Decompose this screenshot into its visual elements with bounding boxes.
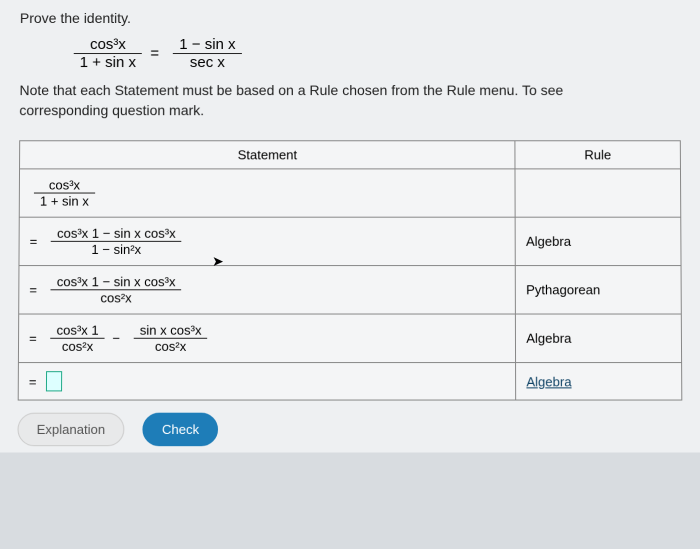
- table-row: cos³x 1 + sin x: [19, 169, 681, 217]
- rule-link[interactable]: Algebra: [526, 374, 571, 389]
- rule-cell[interactable]: Pythagorean: [516, 266, 682, 314]
- proof-table: Statement Rule cos³x 1 + sin x = cos³x 1…: [18, 140, 683, 400]
- table-row: = cos³x 1 cos²x − sin x cos³x cos²x Alge…: [18, 314, 681, 363]
- check-button[interactable]: Check: [143, 413, 219, 446]
- rule-cell[interactable]: Algebra: [515, 217, 681, 265]
- table-row: = Algebra: [18, 363, 682, 400]
- explanation-button[interactable]: Explanation: [17, 413, 124, 446]
- table-row: = cos³x 1 − sin x cos³x cos²x Pythagorea…: [19, 266, 682, 314]
- answer-input[interactable]: [46, 371, 62, 391]
- identity-equation: cos³x 1 + sin x = 1 − sin x sec x: [70, 36, 681, 71]
- page-title: Prove the identity.: [20, 10, 680, 26]
- header-rule: Rule: [515, 141, 680, 169]
- header-statement: Statement: [20, 141, 516, 169]
- instruction-note: Note that each Statement must be based o…: [19, 81, 680, 120]
- rule-cell[interactable]: Algebra: [516, 314, 682, 363]
- table-row: = cos³x 1 − sin x cos³x 1 − sin²x Algebr…: [19, 217, 681, 265]
